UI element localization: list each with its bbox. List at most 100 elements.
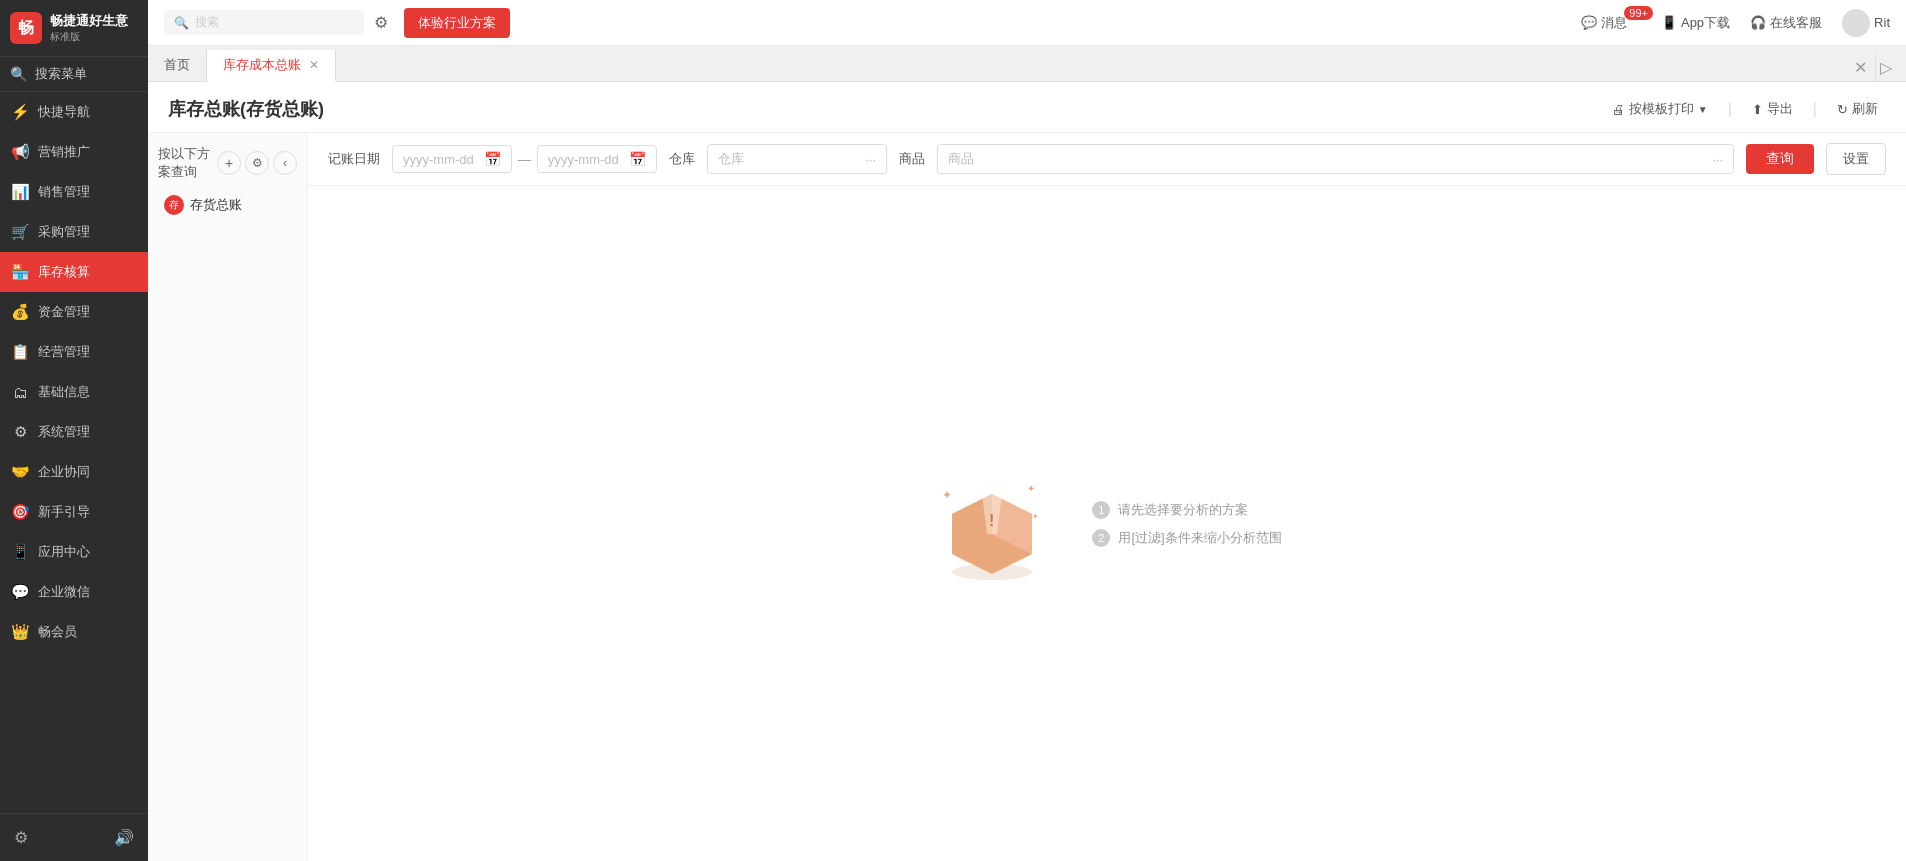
sidebar-item-newbie[interactable]: 🎯 新手引导 (0, 492, 148, 532)
tab-home[interactable]: 首页 (148, 49, 207, 81)
sidebar-item-inventory[interactable]: 🏪 库存核算 (0, 252, 148, 292)
nav-icon-appcenter: 📱 (10, 543, 30, 561)
settings-btn[interactable]: 设置 (1826, 143, 1886, 175)
filter-settings-toggle[interactable]: ⚙ (245, 151, 269, 175)
scheme-icon: 存 (164, 195, 184, 215)
export-btn[interactable]: ⬆ 导出 (1744, 96, 1801, 122)
warehouse-more-icon: ··· (865, 152, 876, 167)
sidebar-item-member[interactable]: 👑 畅会员 (0, 612, 148, 652)
print-template-btn[interactable]: 🖨 按模板打印 ▼ (1604, 96, 1716, 122)
query-btn[interactable]: 查询 (1746, 144, 1814, 174)
sidebar-item-system[interactable]: ⚙ 系统管理 (0, 412, 148, 452)
page-title: 库存总账(存货总账) (168, 97, 324, 121)
message-btn[interactable]: 💬 消息 99+ (1581, 14, 1641, 32)
date-separator: — (518, 152, 531, 167)
page-header: 库存总账(存货总账) 🖨 按模板打印 ▼ | ⬆ 导出 | ↻ 刷新 (148, 82, 1906, 133)
svg-text:✦: ✦ (1027, 483, 1035, 494)
date-input-group: yyyy-mm-dd 📅 — yyyy-mm-dd 📅 (392, 145, 657, 173)
warehouse-input[interactable]: 仓库 ··· (707, 144, 887, 174)
top-header: 🔍 搜索 ⚙ 体验行业方案 💬 消息 99+ 📱 App下载 🎧 在线客服 Ri… (148, 0, 1906, 46)
header-search-area[interactable]: 🔍 搜索 (164, 10, 364, 35)
close-all-btn[interactable]: ✕ (1850, 54, 1871, 81)
sidebar-item-shortcut[interactable]: ⚡ 快捷导航 (0, 92, 148, 132)
sidebar-item-appcenter[interactable]: 📱 应用中心 (0, 532, 148, 572)
sidebar-bottom: ⚙ 🔊 (0, 813, 148, 861)
sidebar-item-finance[interactable]: 💰 资金管理 (0, 292, 148, 332)
goods-input[interactable]: 商品 ··· (937, 144, 1734, 174)
sidebar-audio-btn[interactable]: 🔊 (110, 824, 138, 851)
search-icon: 🔍 (10, 66, 27, 82)
nav-icon-newbie: 🎯 (10, 503, 30, 521)
print-dropdown-icon: ▼ (1698, 104, 1708, 115)
tab-bar: 首页 库存成本总账 ✕ ✕ ▷ (148, 46, 1906, 82)
content-split: 按以下方案查询 + ⚙ ‹ 存 存货总账 (148, 133, 1906, 861)
online-service-btn[interactable]: 🎧 在线客服 (1750, 14, 1822, 32)
header-settings-icon[interactable]: ⚙ (374, 13, 388, 32)
svg-text:!: ! (989, 512, 994, 529)
sidebar: 畅 畅捷通好生意 标准版 🔍 搜索菜单 ⚡ 快捷导航 📢 营销推广 📊 销售管理… (0, 0, 148, 861)
scheme-item-inventory[interactable]: 存 存货总账 (158, 191, 297, 219)
goods-more-icon: ··· (1712, 152, 1723, 167)
sidebar-item-marketing[interactable]: 📢 营销推广 (0, 132, 148, 172)
sidebar-nav: ⚡ 快捷导航 📢 营销推广 📊 销售管理 🛒 采购管理 🏪 库存核算 💰 资金管… (0, 92, 148, 813)
sidebar-item-basic[interactable]: 🗂 基础信息 (0, 372, 148, 412)
filter-scheme-title: 按以下方案查询 + ⚙ ‹ (158, 145, 297, 181)
empty-hints: 1 请先选择要分析的方案 2 用[过滤]条件来缩小分析范围 (1092, 501, 1281, 547)
app-download-btn[interactable]: 📱 App下载 (1661, 14, 1730, 32)
nav-icon-member: 👑 (10, 623, 30, 641)
hint-num-2: 2 (1092, 529, 1110, 547)
date-start-input[interactable]: yyyy-mm-dd 📅 (392, 145, 512, 173)
message-icon: 💬 (1581, 15, 1597, 30)
hint-item-2: 2 用[过滤]条件来缩小分析范围 (1092, 529, 1281, 547)
app-icon: 📱 (1661, 15, 1677, 30)
filter-add-btn[interactable]: + (217, 151, 241, 175)
logo-text: 畅捷通好生意 标准版 (50, 13, 128, 43)
tab-inventory-ledger[interactable]: 库存成本总账 ✕ (207, 50, 336, 82)
nav-icon-system: ⚙ (10, 423, 30, 441)
main-area: 记账日期 yyyy-mm-dd 📅 — yyyy-mm-dd 📅 仓 (308, 133, 1906, 861)
hint-item-1: 1 请先选择要分析的方案 (1092, 501, 1281, 519)
nav-icon-inventory: 🏪 (10, 263, 30, 281)
divider1: | (1728, 100, 1732, 118)
calendar-end-icon: 📅 (629, 151, 646, 167)
hint-num-1: 1 (1092, 501, 1110, 519)
user-name: Rit (1874, 15, 1890, 30)
refresh-icon: ↻ (1837, 102, 1848, 117)
header-search-icon: 🔍 (174, 16, 189, 30)
page-actions: 🖨 按模板打印 ▼ | ⬆ 导出 | ↻ 刷新 (1604, 96, 1886, 122)
empty-illustration: ! ✦ ✦ ✦ (932, 464, 1052, 584)
service-icon: 🎧 (1750, 15, 1766, 30)
sidebar-item-wechat[interactable]: 💬 企业微信 (0, 572, 148, 612)
date-end-input[interactable]: yyyy-mm-dd 📅 (537, 145, 657, 173)
tab-menu-btn[interactable]: ▷ (1875, 54, 1896, 81)
logo-icon: 畅 (10, 12, 42, 44)
calendar-start-icon: 📅 (484, 151, 501, 167)
user-avatar (1842, 9, 1870, 37)
svg-text:✦: ✦ (942, 488, 952, 502)
sidebar-item-operations[interactable]: 📋 经营管理 (0, 332, 148, 372)
sidebar-item-purchase[interactable]: 🛒 采购管理 (0, 212, 148, 252)
tab-close-btn[interactable]: ✕ (309, 58, 319, 72)
filter-panel: 按以下方案查询 + ⚙ ‹ 存 存货总账 (148, 133, 308, 861)
top-filter-row: 记账日期 yyyy-mm-dd 📅 — yyyy-mm-dd 📅 仓 (308, 133, 1906, 186)
warehouse-field-label: 仓库 (669, 150, 695, 168)
filter-collapse-btn[interactable]: ‹ (273, 151, 297, 175)
nav-icon-sales: 📊 (10, 183, 30, 201)
nav-icon-enterprise: 🤝 (10, 463, 30, 481)
refresh-btn[interactable]: ↻ 刷新 (1829, 96, 1886, 122)
divider2: | (1813, 100, 1817, 118)
sidebar-search[interactable]: 🔍 搜索菜单 (0, 57, 148, 92)
nav-icon-basic: 🗂 (10, 384, 30, 401)
header-right: 💬 消息 99+ 📱 App下载 🎧 在线客服 Rit (1581, 9, 1890, 37)
sidebar-item-sales[interactable]: 📊 销售管理 (0, 172, 148, 212)
user-area[interactable]: Rit (1842, 9, 1890, 37)
export-icon: ⬆ (1752, 102, 1763, 117)
sidebar-settings-btn[interactable]: ⚙ (10, 824, 32, 851)
svg-text:✦: ✦ (1032, 512, 1039, 521)
nav-icon-shortcut: ⚡ (10, 103, 30, 121)
data-area: ! ✦ ✦ ✦ 1 请先选择要分析的方案 (308, 186, 1906, 861)
sidebar-item-enterprise[interactable]: 🤝 企业协同 (0, 452, 148, 492)
date-field-label: 记账日期 (328, 150, 380, 168)
nav-icon-operations: 📋 (10, 343, 30, 361)
industry-btn[interactable]: 体验行业方案 (404, 8, 510, 38)
